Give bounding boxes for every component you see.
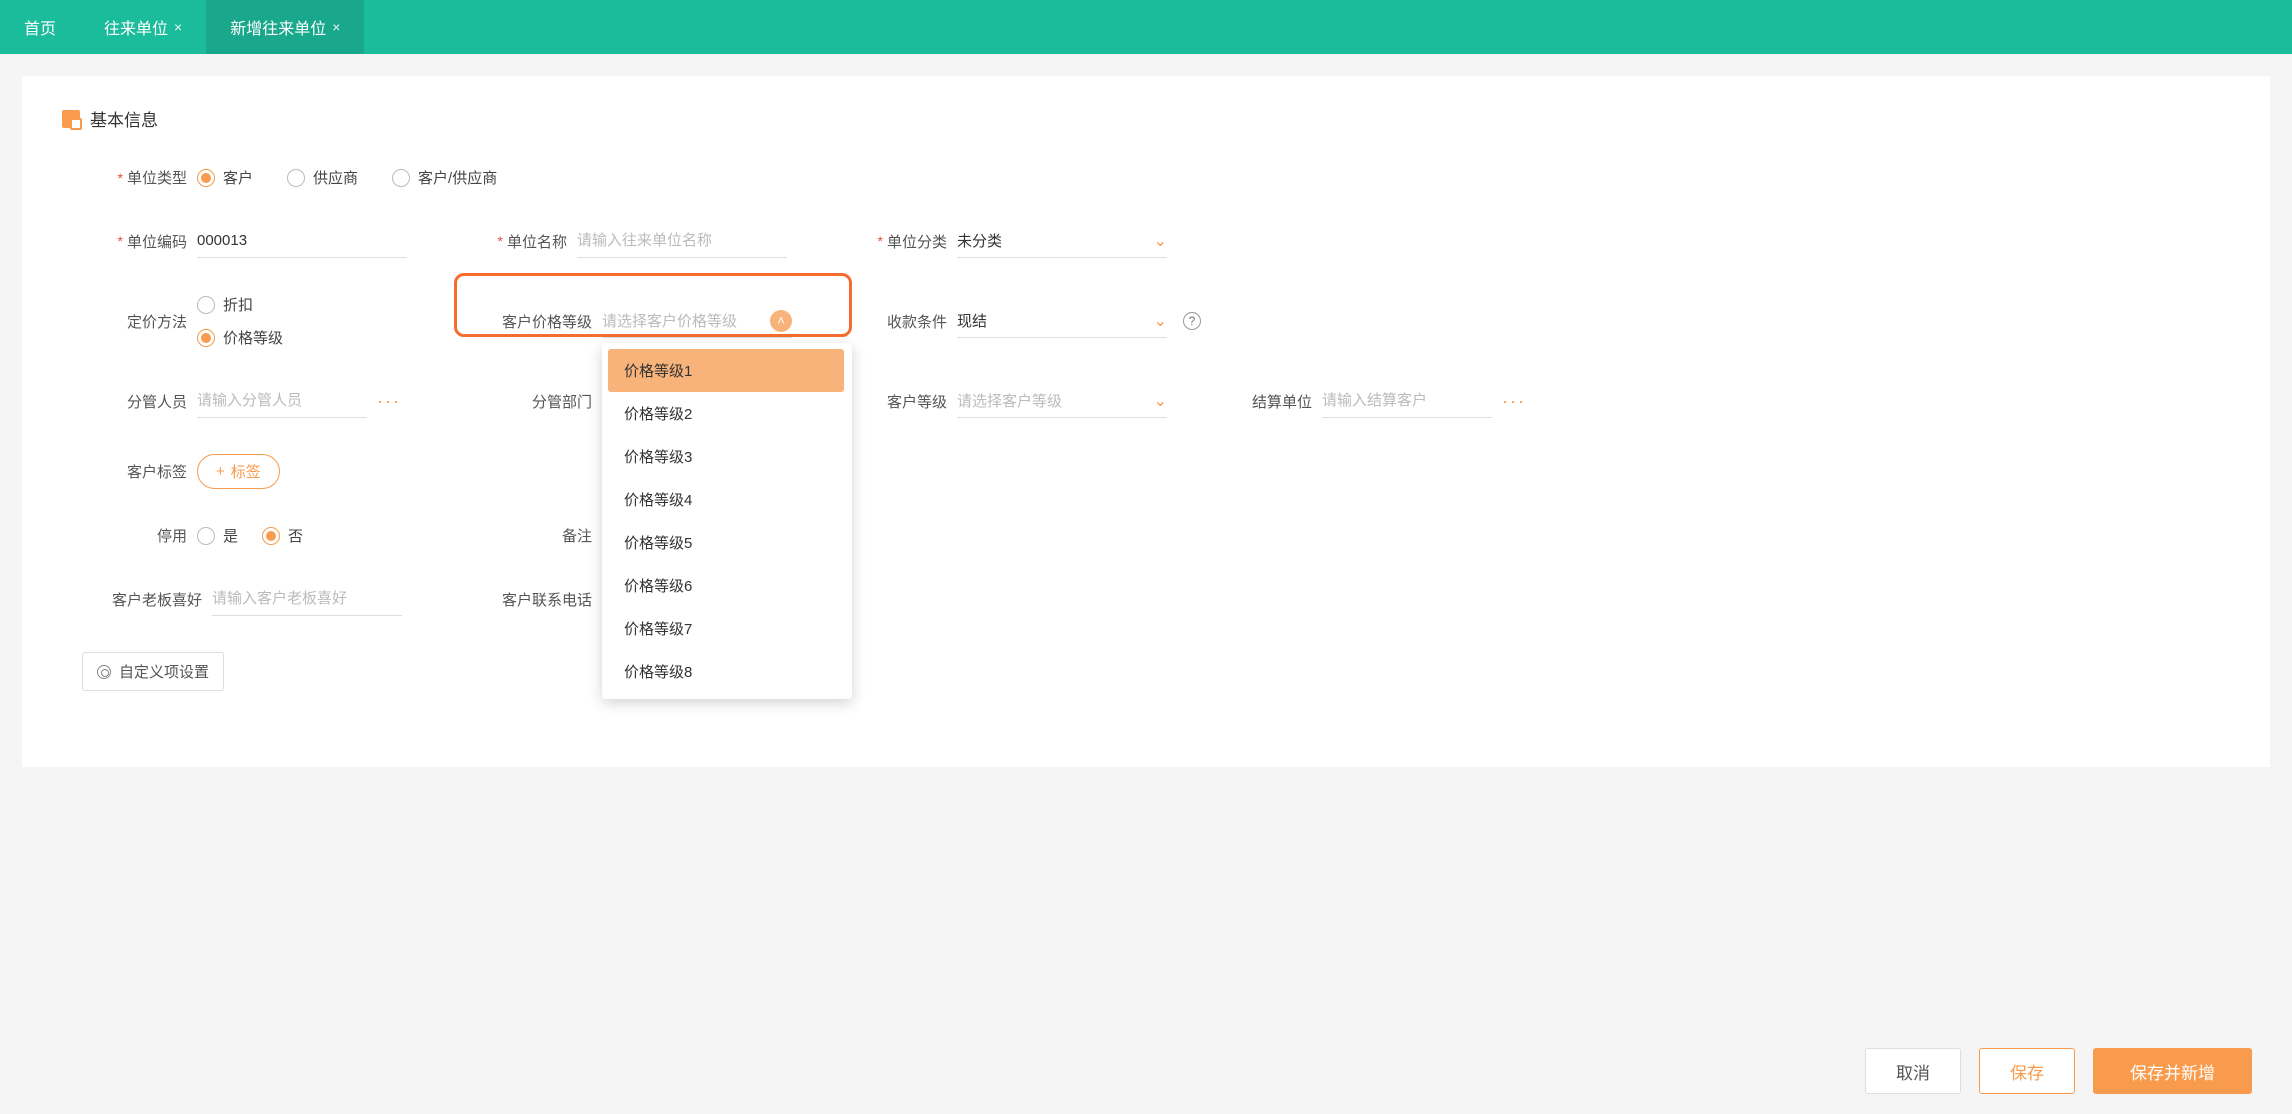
radio-no[interactable]: 否 [262, 525, 303, 546]
dropdown-item[interactable]: 价格等级8 [608, 650, 844, 693]
required-star: * [118, 233, 123, 249]
tab-label: 往来单位 [104, 15, 168, 39]
chevron-down-icon: ⌄ [1154, 231, 1167, 251]
label-price-level: 客户价格等级 [472, 311, 592, 332]
tab-home[interactable]: 首页 [0, 0, 80, 54]
radio-icon [197, 329, 215, 347]
pricing-method-radio-group: 折扣 价格等级 [197, 294, 283, 348]
label-unit-type: * 单位类型 [92, 167, 187, 188]
tab-bar: 首页 往来单位 × 新增往来单位 × [0, 0, 2292, 54]
radio-supplier[interactable]: 供应商 [287, 167, 358, 188]
chevron-down-icon: ⌄ [1154, 311, 1167, 331]
chevron-down-icon: ⌄ [1154, 391, 1167, 411]
settle-unit-input[interactable] [1322, 384, 1492, 418]
manager-input[interactable] [197, 384, 367, 418]
dropdown-item[interactable]: 价格等级4 [608, 478, 844, 521]
price-level-dropdown: 价格等级1 价格等级2 价格等级3 价格等级4 价格等级5 价格等级6 价格等级… [602, 343, 852, 699]
form-area: * 单位类型 客户 供应商 客户/供应商 [62, 167, 2230, 691]
tab-label: 首页 [24, 15, 56, 39]
tab-new[interactable]: 新增往来单位 × [206, 0, 364, 54]
radio-icon [262, 527, 280, 545]
radio-discount[interactable]: 折扣 [197, 294, 283, 315]
required-star: * [878, 233, 883, 249]
unit-name-input[interactable] [577, 224, 787, 258]
tab-list[interactable]: 往来单位 × [80, 0, 206, 54]
unit-code-input[interactable] [197, 224, 407, 258]
save-button[interactable]: 保存 [1979, 1048, 2075, 1094]
radio-both[interactable]: 客户/供应商 [392, 167, 497, 188]
label-contact-phone: 客户联系电话 [472, 589, 592, 610]
price-level-select[interactable]: 请选择客户价格等级 ˄ [602, 304, 792, 338]
dropdown-item[interactable]: 价格等级7 [608, 607, 844, 650]
label-pricing-method: 定价方法 [92, 311, 187, 332]
label-remark: 备注 [472, 525, 592, 546]
dropdown-item[interactable]: 价格等级3 [608, 435, 844, 478]
radio-icon [287, 169, 305, 187]
dropdown-item[interactable]: 价格等级6 [608, 564, 844, 607]
tab-label: 新增往来单位 [230, 15, 326, 39]
label-settle-unit: 结算单位 [1232, 391, 1312, 412]
radio-icon [197, 527, 215, 545]
page-card: 基本信息 * 单位类型 客户 供应商 [22, 76, 2270, 767]
radio-level[interactable]: 价格等级 [197, 327, 283, 348]
form-icon [62, 110, 80, 128]
label-tags: 客户标签 [92, 461, 187, 482]
payment-terms-select[interactable]: 现结 ⌄ [957, 304, 1167, 338]
radio-icon [197, 296, 215, 314]
required-star: * [118, 170, 123, 186]
label-department: 分管部门 [472, 391, 592, 412]
add-tag-button[interactable]: + 标签 [197, 454, 280, 489]
cancel-button[interactable]: 取消 [1865, 1048, 1961, 1094]
dropdown-item[interactable]: 价格等级1 [608, 349, 844, 392]
radio-customer[interactable]: 客户 [197, 167, 253, 188]
label-disabled: 停用 [92, 525, 187, 546]
label-boss-pref: 客户老板喜好 [92, 589, 202, 610]
dropdown-scroll[interactable]: 价格等级1 价格等级2 价格等级3 价格等级4 价格等级5 价格等级6 价格等级… [608, 349, 846, 693]
customer-grade-select[interactable]: 请选择客户等级 ⌄ [957, 384, 1167, 418]
footer-actions: 取消 保存 保存并新增 [1865, 1048, 2252, 1094]
label-unit-code: * 单位编码 [92, 231, 187, 252]
dropdown-item[interactable]: 价格等级5 [608, 521, 844, 564]
label-customer-grade: 客户等级 [852, 391, 947, 412]
unit-type-radio-group: 客户 供应商 客户/供应商 [197, 167, 497, 188]
label-payment-terms: 收款条件 [852, 311, 947, 332]
section-header: 基本信息 [62, 106, 2230, 131]
chevron-up-icon: ˄ [770, 310, 792, 332]
custom-settings-button[interactable]: 自定义项设置 [82, 652, 224, 691]
help-icon[interactable]: ? [1183, 312, 1201, 330]
unit-category-select[interactable]: 未分类 ⌄ [957, 224, 1167, 258]
dropdown-item[interactable]: 价格等级2 [608, 392, 844, 435]
radio-yes[interactable]: 是 [197, 525, 238, 546]
boss-pref-input[interactable] [212, 582, 402, 616]
save-and-new-button[interactable]: 保存并新增 [2093, 1048, 2252, 1094]
more-icon[interactable]: ··· [1502, 391, 1526, 412]
plus-icon: + [216, 463, 225, 480]
close-icon[interactable]: × [174, 19, 182, 35]
label-unit-name: * 单位名称 [472, 231, 567, 252]
label-manager: 分管人员 [92, 391, 187, 412]
label-unit-category: * 单位分类 [852, 231, 947, 252]
section-title: 基本信息 [90, 106, 158, 131]
radio-icon [197, 169, 215, 187]
gear-icon [97, 665, 111, 679]
radio-icon [392, 169, 410, 187]
close-icon[interactable]: × [332, 19, 340, 35]
required-star: * [498, 233, 503, 249]
more-icon[interactable]: ··· [377, 391, 401, 412]
